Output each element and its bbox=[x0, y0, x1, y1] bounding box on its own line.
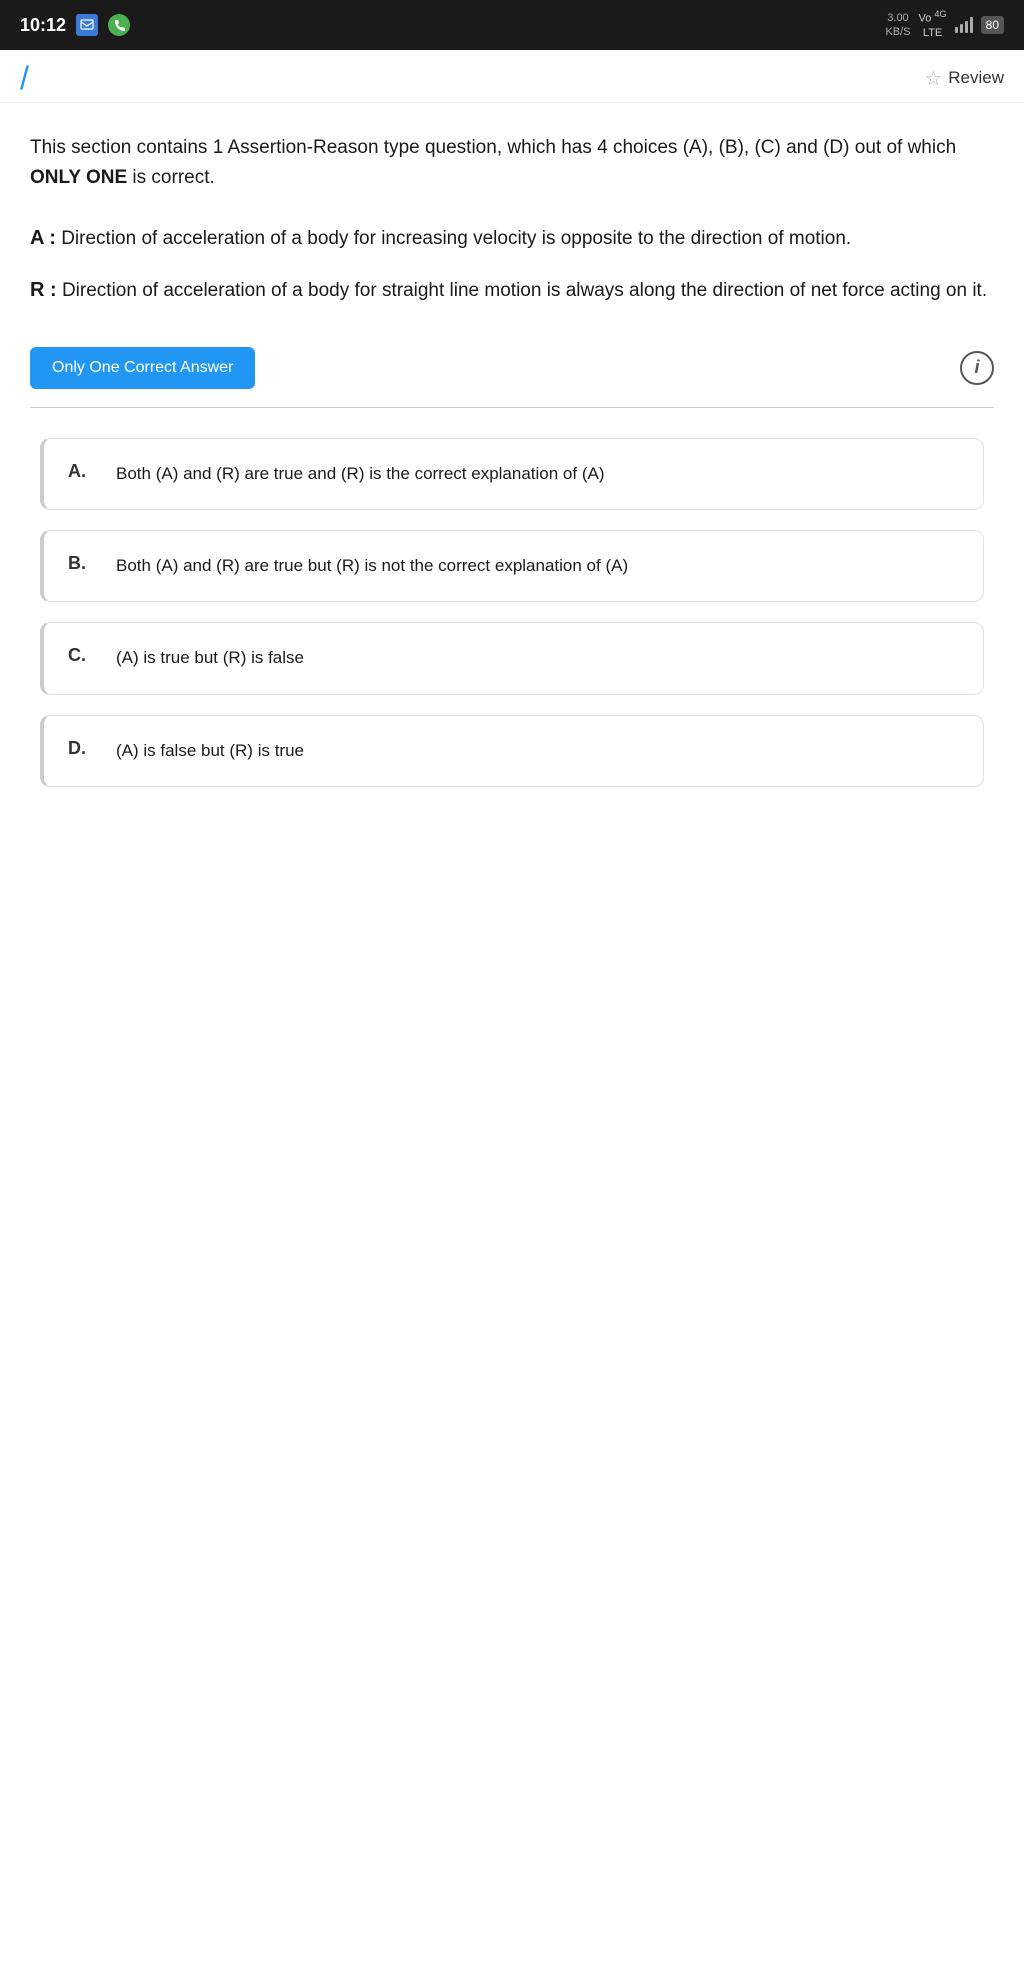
option-c-text: (A) is true but (R) is false bbox=[116, 645, 304, 671]
option-d-text: (A) is false but (R) is true bbox=[116, 738, 304, 764]
info-icon-button[interactable]: i bbox=[960, 351, 994, 385]
tag-row: Only One Correct Answer i bbox=[30, 347, 994, 389]
assertion-text: Direction of acceleration of a body for … bbox=[61, 228, 851, 249]
status-bar: 10:12 3.00 KB/S Vo 4G LTE 80 bbox=[0, 0, 1024, 50]
review-button[interactable]: ☆ Review bbox=[924, 66, 1004, 91]
option-c-card[interactable]: C. (A) is true but (R) is false bbox=[40, 622, 984, 694]
review-label: Review bbox=[948, 68, 1004, 88]
nav-bar: / ☆ Review bbox=[0, 50, 1024, 103]
option-a-card[interactable]: A. Both (A) and (R) are true and (R) is … bbox=[40, 438, 984, 510]
reason-label: R : bbox=[30, 279, 57, 301]
status-time: 10:12 bbox=[20, 15, 66, 36]
option-c-label: C. bbox=[68, 645, 96, 666]
options-container: A. Both (A) and (R) are true and (R) is … bbox=[30, 438, 994, 787]
star-icon[interactable]: ☆ bbox=[924, 66, 942, 91]
option-d-label: D. bbox=[68, 738, 96, 759]
question-intro: This section contains 1 Assertion-Reason… bbox=[30, 133, 994, 194]
signal-bars bbox=[955, 17, 973, 33]
reason-text: Direction of acceleration of a body for … bbox=[62, 280, 987, 301]
option-a-text: Both (A) and (R) are true and (R) is the… bbox=[116, 461, 604, 487]
network-indicator: Vo 4G LTE bbox=[919, 9, 947, 40]
option-a-label: A. bbox=[68, 461, 96, 482]
phone-icon bbox=[108, 14, 130, 36]
only-one-correct-button[interactable]: Only One Correct Answer bbox=[30, 347, 255, 389]
assertion-statement: A : Direction of acceleration of a body … bbox=[30, 222, 994, 254]
option-d-card[interactable]: D. (A) is false but (R) is true bbox=[40, 715, 984, 787]
nav-slash: / bbox=[20, 62, 29, 94]
reason-statement: R : Direction of acceleration of a body … bbox=[30, 274, 994, 306]
assertion-label: A : bbox=[30, 227, 56, 249]
main-content: This section contains 1 Assertion-Reason… bbox=[0, 103, 1024, 807]
speed-indicator: 3.00 KB/S bbox=[885, 11, 910, 40]
option-b-card[interactable]: B. Both (A) and (R) are true but (R) is … bbox=[40, 530, 984, 602]
option-b-label: B. bbox=[68, 553, 96, 574]
section-divider bbox=[30, 407, 994, 408]
battery-indicator: 80 bbox=[981, 16, 1004, 34]
status-right-icons: 3.00 KB/S Vo 4G LTE 80 bbox=[885, 9, 1004, 40]
notification-icon bbox=[76, 14, 98, 36]
option-b-text: Both (A) and (R) are true but (R) is not… bbox=[116, 553, 628, 579]
